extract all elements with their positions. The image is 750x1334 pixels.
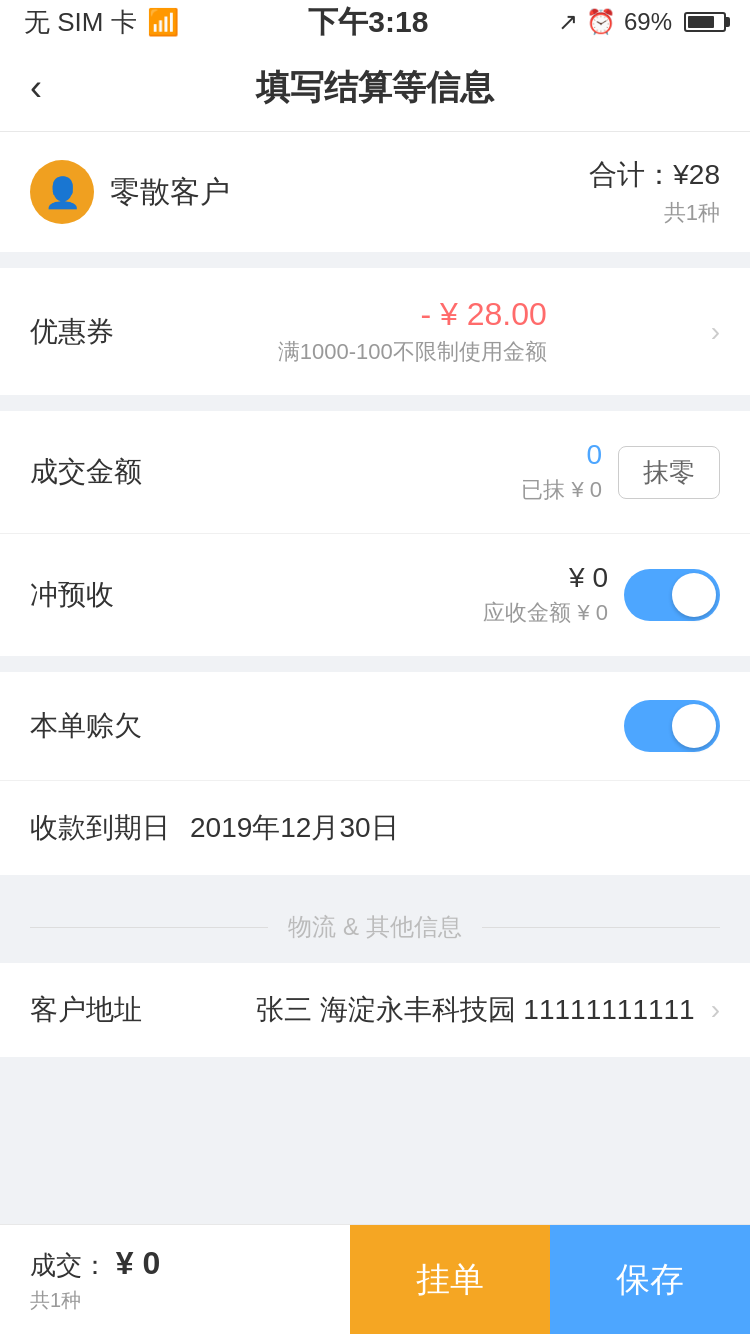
bottom-info: 成交： ¥ 0 共1种 xyxy=(0,1245,350,1314)
deal-right: 0 已抹 ¥ 0 抹零 xyxy=(521,439,720,505)
debt-toggle[interactable] xyxy=(624,700,720,752)
due-date-value: 2019年12月30日 xyxy=(190,809,399,847)
bottom-bar: 成交： ¥ 0 共1种 挂单 保存 xyxy=(0,1224,750,1334)
address-section: 客户地址 张三 海淀永丰科技园 11111111111 › xyxy=(0,963,750,1057)
back-button[interactable]: ‹ xyxy=(30,67,42,109)
debt-toggle-knob xyxy=(672,704,716,748)
total-count: 共1种 xyxy=(589,198,720,228)
prepay-toggle-knob xyxy=(672,573,716,617)
deal-label: 成交金额 xyxy=(30,453,142,491)
save-label: 保存 xyxy=(616,1257,684,1303)
prepay-amount: ¥ 0 xyxy=(483,562,608,594)
page-title: 填写结算等信息 xyxy=(256,65,494,111)
nav-bar: ‹ 填写结算等信息 xyxy=(0,44,750,132)
carrier-text: 无 SIM 卡 xyxy=(24,5,137,40)
coupon-section: 优惠券 - ¥ 28.00 满1000-100不限制使用金额 › xyxy=(0,268,750,395)
coupon-chevron: › xyxy=(711,316,720,348)
avatar: 👤 xyxy=(30,160,94,224)
prepay-row: 冲预收 ¥ 0 应收金额 ¥ 0 xyxy=(0,534,750,656)
line-right xyxy=(482,927,720,928)
deal-values: 0 已抹 ¥ 0 xyxy=(521,439,602,505)
alarm-icon: ⏰ xyxy=(586,8,616,36)
address-right: 张三 海淀永丰科技园 11111111111 › xyxy=(256,991,720,1029)
deal-prepay-section: 成交金额 0 已抹 ¥ 0 抹零 冲预收 ¥ 0 应收金额 ¥ 0 xyxy=(0,411,750,656)
address-row[interactable]: 客户地址 张三 海淀永丰科技园 11111111111 › xyxy=(0,963,750,1057)
bottom-count: 共1种 xyxy=(30,1287,320,1314)
coupon-label: 优惠券 xyxy=(30,313,114,351)
customer-name: 零散客户 xyxy=(110,172,230,213)
customer-right: 合计：¥28 共1种 xyxy=(589,156,720,228)
debt-label: 本单赊欠 xyxy=(30,707,142,745)
deal-row: 成交金额 0 已抹 ¥ 0 抹零 xyxy=(0,411,750,534)
prepay-right: ¥ 0 应收金额 ¥ 0 xyxy=(483,562,720,628)
debt-row: 本单赊欠 xyxy=(0,672,750,781)
bottom-deal-label: 成交： xyxy=(30,1250,108,1280)
prepay-sub: 应收金额 ¥ 0 xyxy=(483,598,608,628)
coupon-row[interactable]: 优惠券 - ¥ 28.00 满1000-100不限制使用金额 › xyxy=(0,268,750,395)
customer-section: 👤 零散客户 合计：¥28 共1种 xyxy=(0,132,750,252)
prepay-label: 冲预收 xyxy=(30,576,114,614)
battery-text: 69% xyxy=(624,8,672,36)
pending-button[interactable]: 挂单 xyxy=(350,1225,550,1335)
logistics-section-header: 物流 & 其他信息 xyxy=(0,891,750,963)
status-right: ↗ ⏰ 69% xyxy=(558,8,726,36)
content-area: 👤 零散客户 合计：¥28 共1种 优惠券 - ¥ 28.00 满1000-10… xyxy=(0,132,750,1193)
debt-section: 本单赊欠 收款到期日 2019年12月30日 xyxy=(0,672,750,875)
save-button[interactable]: 保存 xyxy=(550,1225,750,1335)
prepay-values: ¥ 0 应收金额 ¥ 0 xyxy=(483,562,608,628)
total-amount: 合计：¥28 xyxy=(589,156,720,194)
customer-left: 👤 零散客户 xyxy=(30,160,230,224)
bottom-deal-row: 成交： ¥ 0 xyxy=(30,1245,320,1283)
status-time: 下午3:18 xyxy=(308,2,428,43)
prepay-toggle[interactable] xyxy=(624,569,720,621)
address-value: 张三 海淀永丰科技园 11111111111 xyxy=(256,991,695,1029)
location-icon: ↗ xyxy=(558,8,578,36)
status-left: 无 SIM 卡 📶 xyxy=(24,5,179,40)
coupon-amount: - ¥ 28.00 xyxy=(278,296,547,333)
pending-label: 挂单 xyxy=(416,1257,484,1303)
bottom-deal-amount: ¥ 0 xyxy=(116,1245,160,1281)
logistics-label: 物流 & 其他信息 xyxy=(288,911,461,943)
deal-sub: 已抹 ¥ 0 xyxy=(521,475,602,505)
status-bar: 无 SIM 卡 📶 下午3:18 ↗ ⏰ 69% xyxy=(0,0,750,44)
battery-icon xyxy=(684,12,726,32)
wifi-icon: 📶 xyxy=(147,7,179,38)
due-date-label: 收款到期日 xyxy=(30,809,170,847)
due-date-row: 收款到期日 2019年12月30日 xyxy=(0,781,750,875)
address-label: 客户地址 xyxy=(30,991,142,1029)
coupon-right: - ¥ 28.00 满1000-100不限制使用金额 xyxy=(278,296,547,367)
round-down-button[interactable]: 抹零 xyxy=(618,446,720,499)
line-left xyxy=(30,927,268,928)
deal-value: 0 xyxy=(521,439,602,471)
back-icon: ‹ xyxy=(30,67,42,109)
avatar-icon: 👤 xyxy=(44,175,81,210)
coupon-sub: 满1000-100不限制使用金额 xyxy=(278,337,547,367)
address-chevron: › xyxy=(711,994,720,1026)
